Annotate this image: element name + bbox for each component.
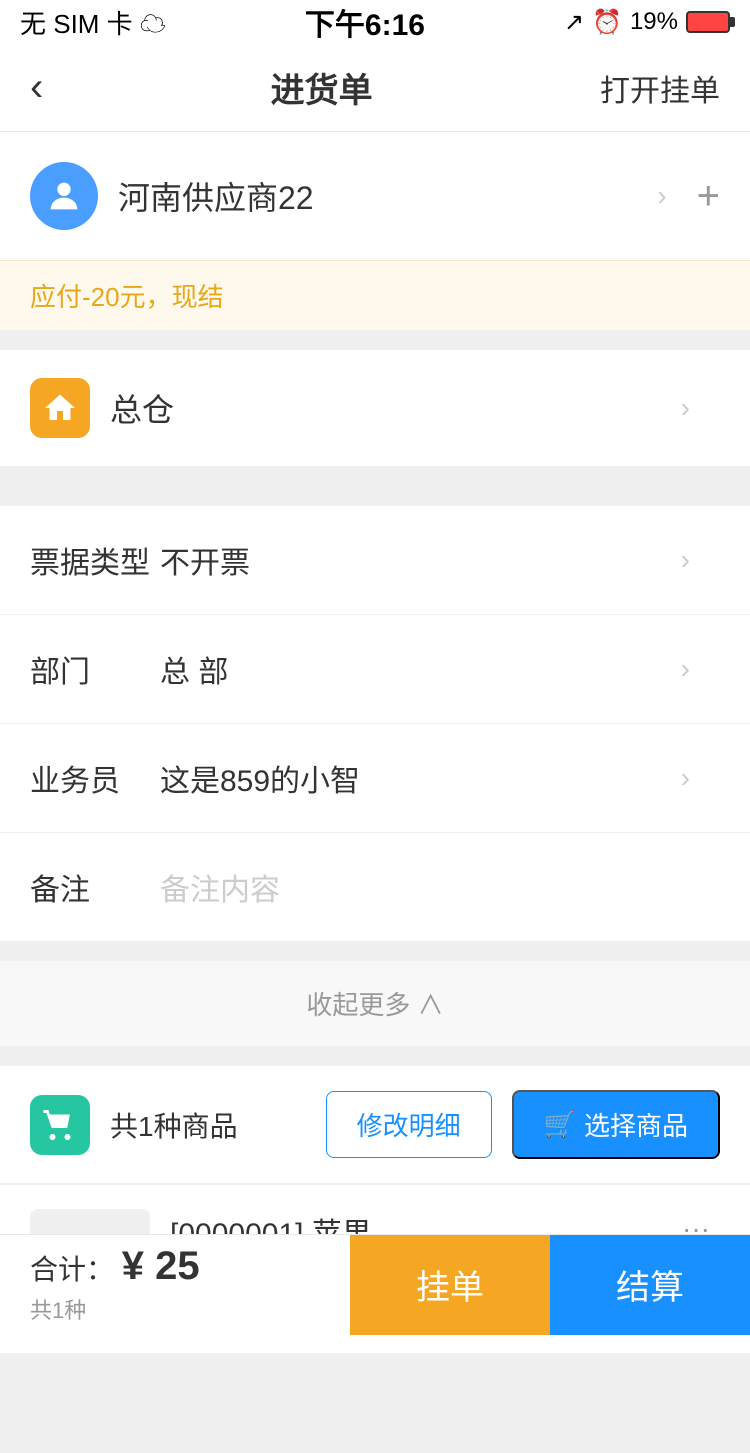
- divider-1: [0, 330, 750, 350]
- pend-button[interactable]: 挂单: [350, 1235, 550, 1335]
- home-icon: [42, 390, 78, 426]
- sim-text: 无 SIM 卡 ☁: [20, 4, 166, 41]
- back-button[interactable]: ‹: [30, 65, 43, 110]
- form-card: 票据类型 不开票 › 部门 总 部 › 业务员 这是859的小智 › 备注 备注…: [0, 506, 750, 941]
- salesperson-label: 业务员: [30, 756, 160, 800]
- department-value: 总 部: [160, 647, 681, 691]
- alarm-icon: ⏰: [592, 8, 622, 37]
- status-left: 无 SIM 卡 ☁: [20, 4, 166, 41]
- remark-label: 备注: [30, 865, 160, 909]
- bottom-bar: 合计： ¥ 25 共1种 挂单 结算: [0, 1234, 750, 1334]
- invoice-row[interactable]: 票据类型 不开票 ›: [0, 506, 750, 614]
- remark-row[interactable]: 备注 备注内容: [0, 832, 750, 941]
- supplier-name: 河南供应商22: [118, 173, 657, 219]
- remark-input[interactable]: 备注内容: [160, 865, 720, 909]
- status-right: ↗ ⏰ 19%: [564, 8, 730, 37]
- supplier-section: 河南供应商22 › + 应付-20元，现结: [0, 132, 750, 330]
- open-pending-button[interactable]: 打开挂单: [600, 66, 720, 110]
- battery-text: 19%: [630, 8, 678, 36]
- shopping-icon: [42, 1107, 78, 1143]
- invoice-value: 不开票: [160, 538, 681, 582]
- total-amount: ¥ 25: [122, 1244, 200, 1288]
- warehouse-chevron-icon: ›: [681, 392, 690, 424]
- chevron-right-icon: ›: [657, 180, 666, 212]
- divider-3: [0, 1046, 750, 1066]
- nav-bar: ‹ 进货单 打开挂单: [0, 44, 750, 132]
- supplier-avatar: [30, 162, 98, 230]
- total-count: 共1种: [30, 1293, 320, 1325]
- checkout-button[interactable]: 结算: [550, 1235, 750, 1335]
- supplier-notice: 应付-20元，现结: [0, 260, 750, 330]
- select-product-label: 选择商品: [584, 1106, 688, 1143]
- warehouse-name: 总仓: [110, 385, 681, 431]
- status-time: 下午6:16: [305, 0, 425, 44]
- product-icon-bg: [30, 1095, 90, 1155]
- product-count-text: 共1种商品: [110, 1105, 306, 1145]
- page-title: 进货单: [271, 63, 373, 112]
- department-row[interactable]: 部门 总 部 ›: [0, 614, 750, 723]
- select-product-button[interactable]: 🛒 选择商品: [512, 1090, 720, 1159]
- warehouse-row[interactable]: 总仓 ›: [0, 350, 750, 466]
- salesperson-row[interactable]: 业务员 这是859的小智 ›: [0, 723, 750, 832]
- salesperson-value: 这是859的小智: [160, 756, 681, 800]
- salesperson-chevron-icon: ›: [681, 762, 690, 794]
- invoice-label: 票据类型: [30, 538, 160, 582]
- status-bar: 无 SIM 卡 ☁ 下午6:16 ↗ ⏰ 19%: [0, 0, 750, 44]
- divider-2: [0, 486, 750, 506]
- product-header: 共1种商品 修改明细 🛒 选择商品: [0, 1066, 750, 1183]
- total-label: 合计：: [30, 1254, 114, 1285]
- location-icon: ↗: [564, 8, 584, 37]
- warehouse-icon-bg: [30, 378, 90, 438]
- total-section: 合计： ¥ 25 共1种: [0, 1244, 350, 1325]
- add-supplier-button[interactable]: +: [697, 174, 720, 219]
- department-chevron-icon: ›: [681, 653, 690, 685]
- collapse-row[interactable]: 收起更多 ∧: [0, 961, 750, 1046]
- edit-detail-button[interactable]: 修改明细: [326, 1091, 492, 1158]
- cart-icon: 🛒: [544, 1109, 576, 1140]
- battery-icon: [686, 11, 730, 33]
- department-label: 部门: [30, 647, 160, 691]
- supplier-row[interactable]: 河南供应商22 › +: [0, 132, 750, 260]
- invoice-chevron-icon: ›: [681, 544, 690, 576]
- person-icon: [44, 176, 84, 216]
